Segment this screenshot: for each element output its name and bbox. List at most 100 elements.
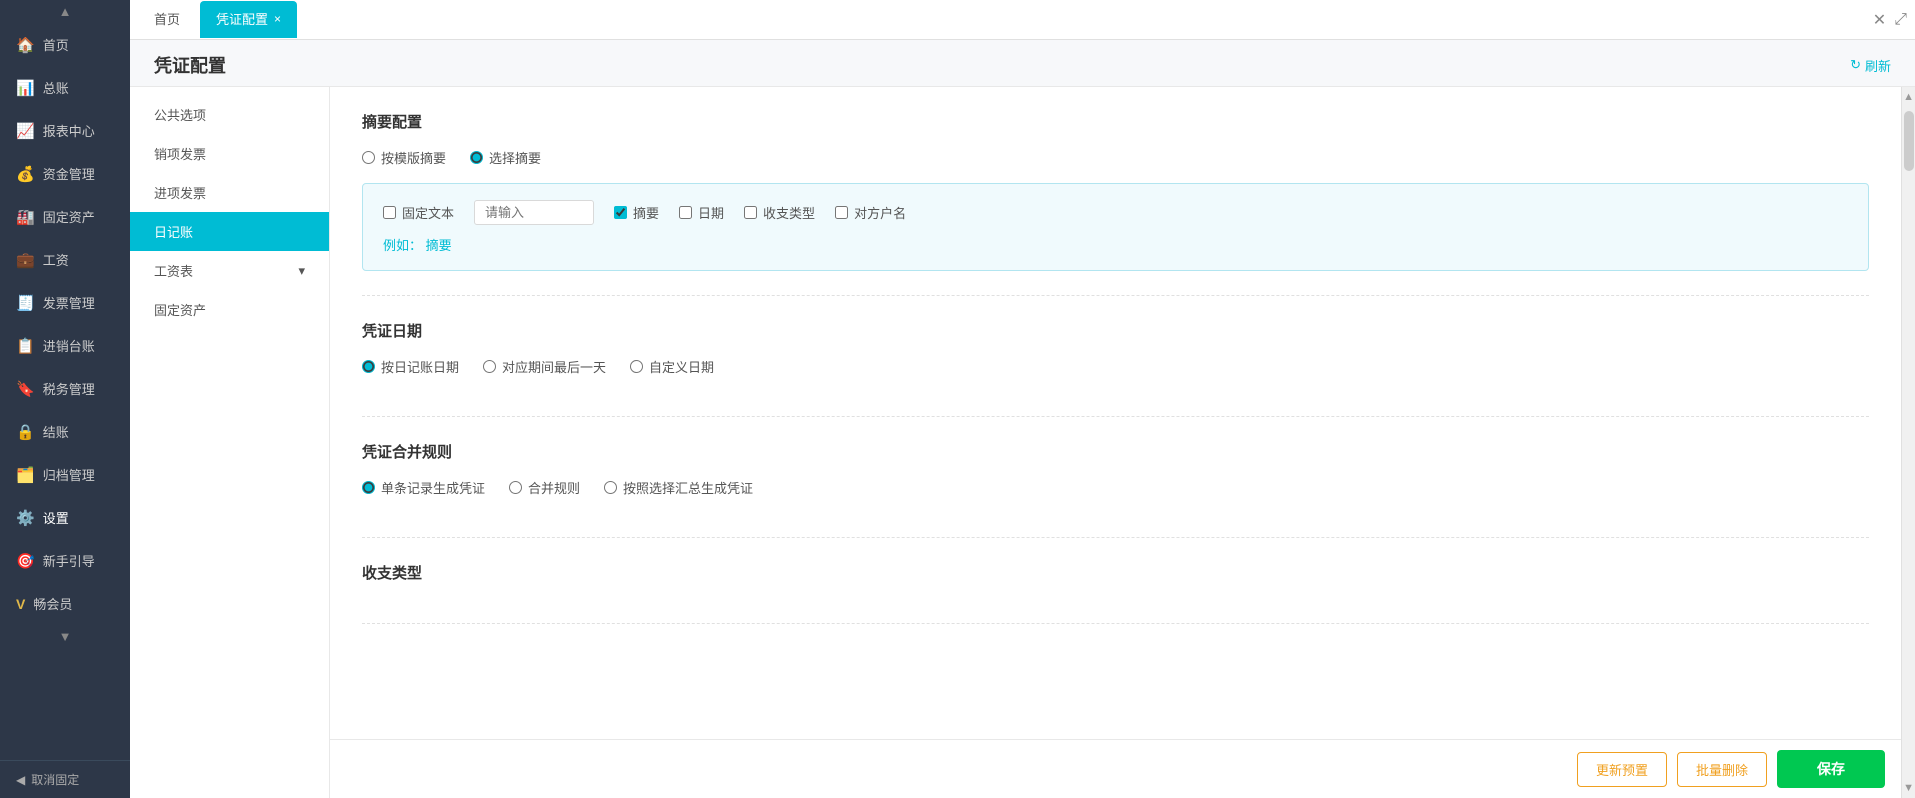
checkbox-date[interactable]: 日期 <box>679 203 724 222</box>
radio-custom-date-input[interactable] <box>630 360 643 373</box>
nav-item-public[interactable]: 公共选项 <box>130 95 329 134</box>
refresh-icon: ↻ <box>1850 57 1861 73</box>
sidebar: ▲ 🏠 首页 📊 总账 📈 报表中心 💰 资金管理 🏭 固定资产 💼 工资 🧾 … <box>0 0 130 798</box>
radio-select-summary[interactable]: 选择摘要 <box>470 148 541 167</box>
radio-aggregate-input[interactable] <box>604 481 617 494</box>
radio-select-input[interactable] <box>470 151 483 164</box>
checkbox-fixed-text[interactable]: 固定文本 <box>383 203 454 222</box>
sidebar-item-home[interactable]: 🏠 首页 <box>0 23 130 66</box>
bottom-action-bar: 更新预置 批量删除 保存 <box>330 739 1901 798</box>
nav-item-payroll[interactable]: 工资表 ▾ <box>130 251 329 290</box>
radio-select-label: 选择摘要 <box>489 148 541 167</box>
refresh-button[interactable]: ↻ 刷新 <box>1850 56 1891 75</box>
tab-home-label: 首页 <box>154 9 180 28</box>
sidebar-item-funds-label: 资金管理 <box>43 164 95 183</box>
scroll-up-arrow[interactable]: ▲ <box>1899 87 1915 107</box>
sidebar-scroll-up[interactable]: ▲ <box>0 0 130 23</box>
sidebar-scroll-down[interactable]: ▼ <box>0 625 130 648</box>
radio-journal-date-input[interactable] <box>362 360 375 373</box>
checkbox-counterpart[interactable]: 对方户名 <box>835 203 906 222</box>
sidebar-item-ledger[interactable]: 📊 总账 <box>0 66 130 109</box>
sidebar-unpin[interactable]: ◀ 取消固定 <box>0 760 130 798</box>
sidebar-item-reports[interactable]: 📈 报表中心 <box>0 109 130 152</box>
radio-single-label: 单条记录生成凭证 <box>381 478 485 497</box>
radio-merge-rule[interactable]: 合并规则 <box>509 478 580 497</box>
voucher-date-radio-group: 按日记账日期 对应期间最后一天 自定义日期 <box>362 357 1869 376</box>
checkbox-summary[interactable]: 摘要 <box>614 203 659 222</box>
radio-last-day-input[interactable] <box>483 360 496 373</box>
sidebar-item-tax-label: 税务管理 <box>43 379 95 398</box>
scroll-thumb[interactable] <box>1904 111 1914 171</box>
sidebar-item-reports-label: 报表中心 <box>43 121 95 140</box>
voucher-date-section: 凭证日期 按日记账日期 对应期间最后一天 自定义日期 <box>362 320 1869 417</box>
tab-home[interactable]: 首页 <box>138 1 196 38</box>
closing-icon: 🔒 <box>16 423 35 441</box>
sidebar-item-salary[interactable]: 💼 工资 <box>0 238 130 281</box>
save-button[interactable]: 保存 <box>1777 750 1885 788</box>
radio-template-input[interactable] <box>362 151 375 164</box>
sidebar-item-ledger-label: 总账 <box>43 78 69 97</box>
radio-single-record[interactable]: 单条记录生成凭证 <box>362 478 485 497</box>
tab-bar: 首页 凭证配置 × ✕ ⤢ <box>130 0 1915 40</box>
reports-icon: 📈 <box>16 122 35 140</box>
checkbox-date-label: 日期 <box>698 203 724 222</box>
merge-rule-section: 凭证合并规则 单条记录生成凭证 合并规则 按照选择汇总生成凭证 <box>362 441 1869 538</box>
batch-delete-button[interactable]: 批量删除 <box>1677 752 1767 787</box>
nav-item-purchase-invoice[interactable]: 进项发票 <box>130 173 329 212</box>
summary-radio-group: 按模版摘要 选择摘要 <box>362 148 1869 167</box>
checkbox-type-label: 收支类型 <box>763 203 815 222</box>
window-close-icon[interactable]: ✕ <box>1873 10 1886 30</box>
sidebar-item-settings[interactable]: ⚙️ 设置 <box>0 496 130 539</box>
checkbox-fixed-text-input[interactable] <box>383 206 396 219</box>
funds-icon: 💰 <box>16 165 35 183</box>
sidebar-item-assets[interactable]: 🏭 固定资产 <box>0 195 130 238</box>
fixed-text-input[interactable] <box>474 200 594 225</box>
sidebar-item-tax[interactable]: 🔖 税务管理 <box>0 367 130 410</box>
tab-close-icon[interactable]: × <box>274 12 281 26</box>
ledger-icon: 📊 <box>16 79 35 97</box>
nav-item-fixed-assets[interactable]: 固定资产 <box>130 290 329 329</box>
sidebar-item-assets-label: 固定资产 <box>43 207 95 226</box>
sidebar-item-guide[interactable]: 🎯 新手引导 <box>0 539 130 582</box>
radio-merge-input[interactable] <box>509 481 522 494</box>
scroll-track: ▲ ▼ <box>1901 87 1915 798</box>
sidebar-item-archive[interactable]: 🗂️ 归档管理 <box>0 453 130 496</box>
sidebar-bottom-label: 取消固定 <box>31 771 79 788</box>
example-value: 摘要 <box>426 238 452 253</box>
tab-voucher-config-label: 凭证配置 <box>216 9 268 28</box>
sidebar-item-vip[interactable]: V 畅会员 <box>0 582 130 625</box>
nav-item-journal[interactable]: 日记账 <box>130 212 329 251</box>
sidebar-item-funds[interactable]: 💰 资金管理 <box>0 152 130 195</box>
sidebar-item-closing-label: 结账 <box>43 422 69 441</box>
checkbox-summary-input[interactable] <box>614 206 627 219</box>
radio-aggregate[interactable]: 按照选择汇总生成凭证 <box>604 478 753 497</box>
radio-single-input[interactable] <box>362 481 375 494</box>
pin-icon: ◀ <box>16 773 25 787</box>
example-prefix: 例如： <box>383 238 422 253</box>
sidebar-item-invoice-mgmt-label: 发票管理 <box>43 293 95 312</box>
checkbox-counterpart-input[interactable] <box>835 206 848 219</box>
radio-last-day[interactable]: 对应期间最后一天 <box>483 357 606 376</box>
sidebar-item-guide-label: 新手引导 <box>43 551 95 570</box>
checkbox-type-input[interactable] <box>744 206 757 219</box>
radio-aggregate-label: 按照选择汇总生成凭证 <box>623 478 753 497</box>
checkbox-type[interactable]: 收支类型 <box>744 203 815 222</box>
update-preset-button[interactable]: 更新预置 <box>1577 752 1667 787</box>
radio-journal-date[interactable]: 按日记账日期 <box>362 357 459 376</box>
window-expand-icon[interactable]: ⤢ <box>1894 11 1907 29</box>
merge-rule-title: 凭证合并规则 <box>362 441 1869 462</box>
radio-last-day-label: 对应期间最后一天 <box>502 357 606 376</box>
summary-options-box: 固定文本 摘要 日期 <box>362 183 1869 271</box>
sidebar-item-vip-label: 畅会员 <box>33 594 72 613</box>
radio-custom-date[interactable]: 自定义日期 <box>630 357 714 376</box>
radio-template-summary[interactable]: 按模版摘要 <box>362 148 446 167</box>
sidebar-item-closing[interactable]: 🔒 结账 <box>0 410 130 453</box>
sidebar-item-sales-ledger[interactable]: 📋 进销台账 <box>0 324 130 367</box>
radio-merge-label: 合并规则 <box>528 478 580 497</box>
nav-item-sales-invoice[interactable]: 销项发票 <box>130 134 329 173</box>
scroll-down-arrow[interactable]: ▼ <box>1899 778 1915 798</box>
sidebar-item-invoice-mgmt[interactable]: 🧾 发票管理 <box>0 281 130 324</box>
tab-voucher-config[interactable]: 凭证配置 × <box>200 1 297 38</box>
sidebar-item-sales-ledger-label: 进销台账 <box>43 336 95 355</box>
checkbox-date-input[interactable] <box>679 206 692 219</box>
